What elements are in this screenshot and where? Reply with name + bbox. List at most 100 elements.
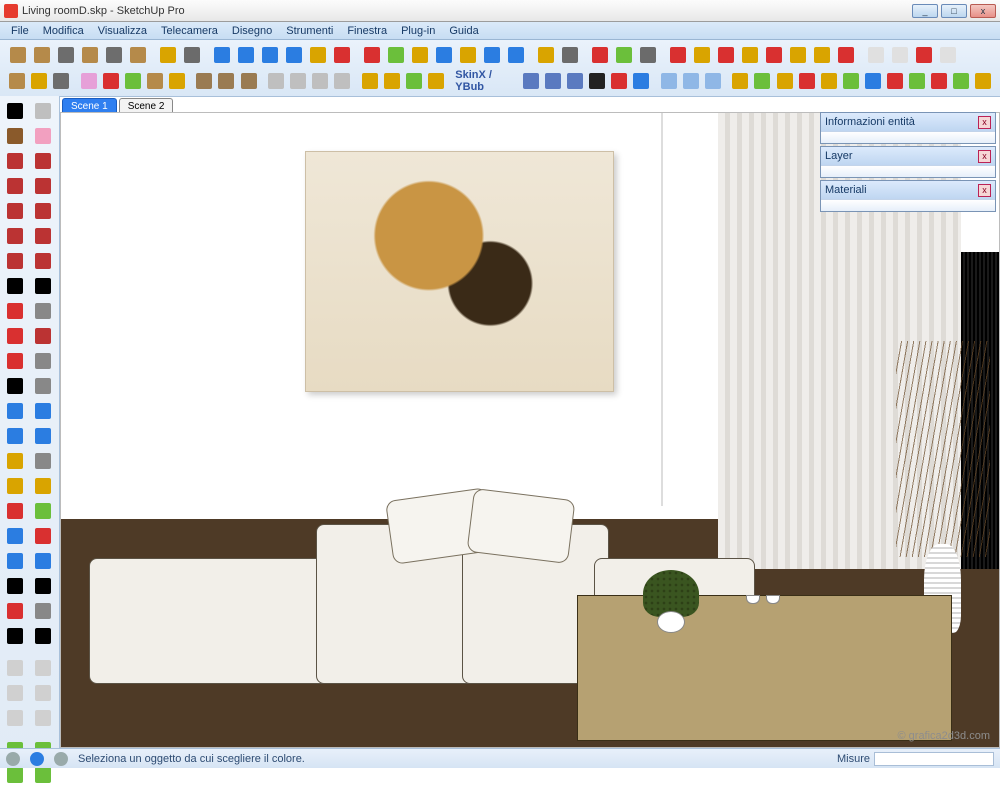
- toolbar-button[interactable]: [681, 70, 701, 92]
- tool-button[interactable]: [31, 325, 55, 347]
- tool-button[interactable]: [3, 500, 27, 522]
- tool-button[interactable]: [31, 225, 55, 247]
- toolbar-button[interactable]: [266, 70, 286, 92]
- toolbar-button[interactable]: [194, 70, 214, 92]
- toolbar-button[interactable]: [521, 70, 541, 92]
- tool-button[interactable]: [31, 707, 55, 729]
- toolbar-button[interactable]: [559, 44, 581, 66]
- toolbar-button[interactable]: [667, 44, 689, 66]
- measure-input[interactable]: [874, 752, 994, 766]
- toolbar-button[interactable]: [145, 70, 165, 92]
- toolbar-button[interactable]: [715, 44, 737, 66]
- toolbar-button[interactable]: [307, 44, 329, 66]
- toolbar-button[interactable]: [835, 44, 857, 66]
- tool-button[interactable]: [31, 500, 55, 522]
- tool-button[interactable]: [3, 125, 27, 147]
- tool-button[interactable]: [31, 200, 55, 222]
- panel-close-icon[interactable]: x: [978, 116, 991, 129]
- menu-strumenti[interactable]: Strumenti: [279, 25, 340, 37]
- toolbar-button[interactable]: [283, 44, 305, 66]
- toolbar-button[interactable]: [235, 44, 257, 66]
- tool-button[interactable]: [3, 657, 27, 679]
- tool-button[interactable]: [3, 175, 27, 197]
- tool-button[interactable]: [3, 375, 27, 397]
- tool-button[interactable]: [3, 200, 27, 222]
- tool-button[interactable]: [31, 100, 55, 122]
- toolbar-button[interactable]: [505, 44, 527, 66]
- toolbar-button[interactable]: [29, 70, 49, 92]
- toolbar-button[interactable]: [101, 70, 121, 92]
- toolbar-button[interactable]: [937, 44, 959, 66]
- toolbar-button[interactable]: [310, 70, 330, 92]
- tool-button[interactable]: [3, 400, 27, 422]
- tool-button[interactable]: [3, 450, 27, 472]
- toolbar-button[interactable]: [123, 70, 143, 92]
- tool-button[interactable]: [31, 300, 55, 322]
- menu-telecamera[interactable]: Telecamera: [154, 25, 225, 37]
- toolbar-button[interactable]: [181, 44, 203, 66]
- toolbar-button[interactable]: [426, 70, 446, 92]
- toolbar-button[interactable]: [609, 70, 629, 92]
- status-icon[interactable]: [6, 752, 20, 766]
- toolbar-button[interactable]: [7, 44, 29, 66]
- tool-button[interactable]: [31, 475, 55, 497]
- tool-button[interactable]: [31, 550, 55, 572]
- tool-button[interactable]: [31, 250, 55, 272]
- toolbar-button[interactable]: [543, 70, 563, 92]
- toolbar-button[interactable]: [787, 44, 809, 66]
- toolbar-button[interactable]: [885, 70, 905, 92]
- toolbar-button[interactable]: [157, 44, 179, 66]
- panel-header[interactable]: Layerx: [821, 147, 995, 165]
- minimize-button[interactable]: _: [912, 4, 938, 18]
- tool-button[interactable]: [3, 325, 27, 347]
- menu-finestra[interactable]: Finestra: [340, 25, 394, 37]
- tool-button[interactable]: [3, 600, 27, 622]
- tool-button[interactable]: [3, 707, 27, 729]
- tool-button[interactable]: [31, 575, 55, 597]
- toolbar-button[interactable]: [659, 70, 679, 92]
- tool-button[interactable]: [3, 625, 27, 647]
- toolbar-button[interactable]: [637, 44, 659, 66]
- toolbar-button[interactable]: [841, 70, 861, 92]
- toolbar-button[interactable]: [51, 70, 71, 92]
- toolbar-button[interactable]: [332, 70, 352, 92]
- tool-button[interactable]: [31, 350, 55, 372]
- panel-header[interactable]: Informazioni entitàx: [821, 113, 995, 131]
- tool-button[interactable]: [31, 657, 55, 679]
- toolbar-button[interactable]: [752, 70, 772, 92]
- toolbar-button[interactable]: [360, 70, 380, 92]
- tool-button[interactable]: [3, 550, 27, 572]
- panel-close-icon[interactable]: x: [978, 184, 991, 197]
- toolbar-button[interactable]: [913, 44, 935, 66]
- toolbar-button[interactable]: [703, 70, 723, 92]
- tool-button[interactable]: [3, 300, 27, 322]
- toolbar-button[interactable]: [730, 70, 750, 92]
- tool-button[interactable]: [3, 225, 27, 247]
- tool-button[interactable]: [31, 275, 55, 297]
- tool-button[interactable]: [3, 525, 27, 547]
- panel-header[interactable]: Materialix: [821, 181, 995, 199]
- close-button[interactable]: x: [970, 4, 996, 18]
- toolbar-button[interactable]: [587, 70, 607, 92]
- tool-button[interactable]: [31, 150, 55, 172]
- toolbar-button[interactable]: [457, 44, 479, 66]
- tool-button[interactable]: [3, 250, 27, 272]
- toolbar-button[interactable]: [889, 44, 911, 66]
- menu-visualizza[interactable]: Visualizza: [91, 25, 154, 37]
- toolbar-button[interactable]: [951, 70, 971, 92]
- toolbar-button[interactable]: [103, 44, 125, 66]
- toolbar-button[interactable]: [797, 70, 817, 92]
- toolbar-button[interactable]: [331, 44, 353, 66]
- toolbar-button[interactable]: [481, 44, 503, 66]
- toolbar-button[interactable]: [55, 44, 77, 66]
- toolbar-button[interactable]: [739, 44, 761, 66]
- toolbar-button[interactable]: [385, 44, 407, 66]
- toolbar-button[interactable]: [631, 70, 651, 92]
- toolbar-button[interactable]: [691, 44, 713, 66]
- tool-button[interactable]: [31, 425, 55, 447]
- toolbar-button[interactable]: [535, 44, 557, 66]
- maximize-button[interactable]: □: [941, 4, 967, 18]
- toolbar-button[interactable]: [127, 44, 149, 66]
- toolbar-button[interactable]: [433, 44, 455, 66]
- toolbar-button[interactable]: [7, 70, 27, 92]
